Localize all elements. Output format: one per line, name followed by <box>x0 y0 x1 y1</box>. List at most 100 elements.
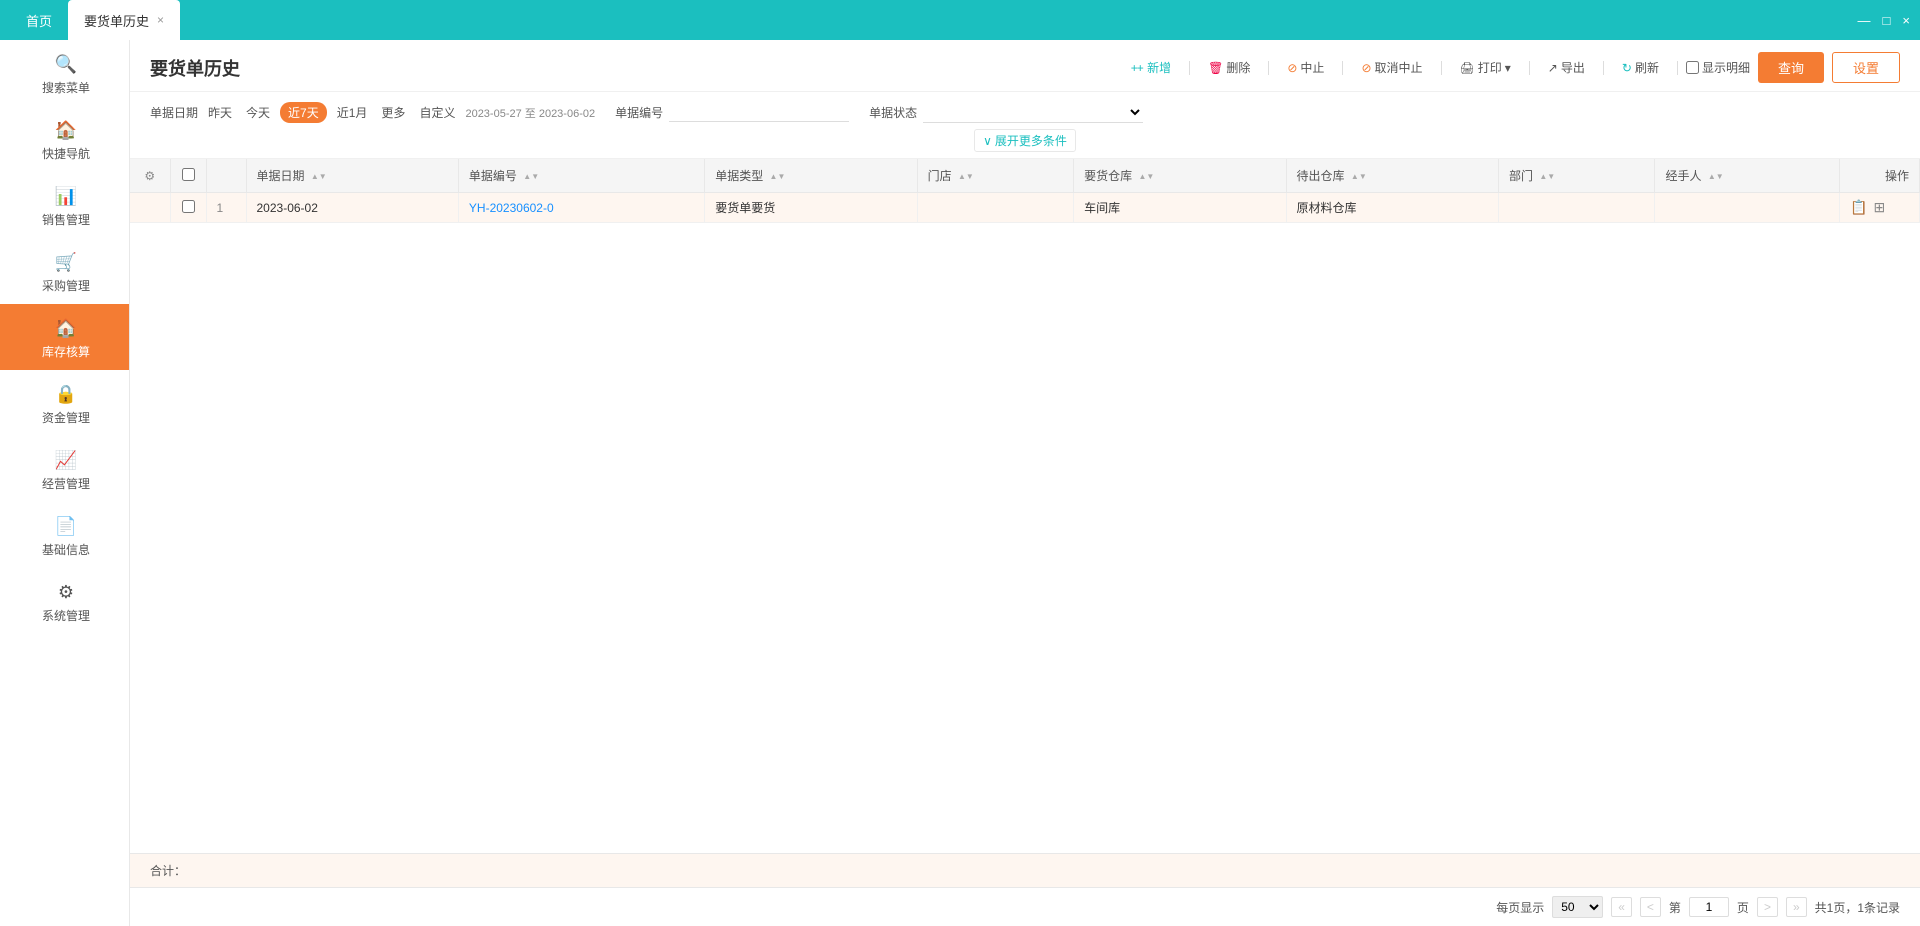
sidebar-item-operations[interactable]: 📈 经营管理 <box>0 436 129 502</box>
show-detail-label: 显示明细 <box>1702 59 1750 76</box>
sidebar-item-finance[interactable]: 🔒 资金管理 <box>0 370 129 436</box>
page-prefix-label: 第 <box>1669 899 1681 916</box>
order-type-col-header: 单据类型 ▲▼ <box>705 159 917 193</box>
sidebar-item-purchase[interactable]: 🛒 采购管理 <box>0 238 129 304</box>
row-order-type: 要货单要货 <box>705 193 917 223</box>
sidebar-item-label: 库存核算 <box>42 343 90 360</box>
window-controls: — □ × <box>1858 13 1910 28</box>
main-layout: 🔍 搜索菜单 🏠 快捷导航 📊 销售管理 🛒 采购管理 🏠 库存核算 🔒 资金管… <box>0 40 1920 926</box>
date-options: 昨天 今天 近7天 近1月 更多 自定义 <box>204 102 459 123</box>
next-page-button[interactable]: > <box>1757 897 1778 917</box>
edit-action-icon[interactable]: ⊞ <box>1873 199 1885 216</box>
handler-sort-icon[interactable]: ▲▼ <box>1708 172 1724 181</box>
purchase-icon: 🛒 <box>55 252 77 273</box>
print-icon: 🖨 <box>1460 61 1475 75</box>
summary-label: 合计： <box>150 864 186 878</box>
show-detail-toggle[interactable]: 显示明细 <box>1686 59 1750 76</box>
page-size-select[interactable]: 10 20 50 100 <box>1552 896 1603 918</box>
status-select[interactable] <box>923 102 1143 123</box>
new-button[interactable]: + + 新增 <box>1121 55 1181 80</box>
filter-bar: 单据日期 昨天 今天 近7天 近1月 更多 自定义 2023-05-27 至 2… <box>130 92 1920 159</box>
date-btn-1month[interactable]: 近1月 <box>333 103 372 122</box>
row-store <box>917 193 1074 223</box>
date-btn-7days[interactable]: 近7天 <box>280 102 327 123</box>
header-actions: + + 新增 🗑 删除 ⊘ 中止 ⊘ 取消中止 <box>1121 52 1900 83</box>
sales-icon: 📊 <box>55 186 77 207</box>
sidebar-item-label: 采购管理 <box>42 277 90 294</box>
ordertype-sort-icon[interactable]: ▲▼ <box>770 172 786 181</box>
row-checkbox[interactable] <box>182 200 195 213</box>
reqwh-sort-icon[interactable]: ▲▼ <box>1138 172 1154 181</box>
page-suffix-label: 页 <box>1737 899 1749 916</box>
tab-order-history-label: 要货单历史 <box>84 11 149 30</box>
settings-col-header[interactable]: ⚙ <box>130 159 170 193</box>
order-no-col-header: 单据编号 ▲▼ <box>458 159 704 193</box>
actions-col-header: 操作 <box>1840 159 1920 193</box>
store-sort-icon[interactable]: ▲▼ <box>958 172 974 181</box>
print-button[interactable]: 🖨 打印 ▾ <box>1450 55 1521 80</box>
order-no-input[interactable] <box>669 103 849 122</box>
refresh-button[interactable]: ↻ 刷新 <box>1612 55 1669 80</box>
date-btn-today[interactable]: 今天 <box>242 103 274 122</box>
settings-button[interactable]: 设置 <box>1832 52 1900 83</box>
print-label: 打印 <box>1478 59 1502 76</box>
last-page-button[interactable]: » <box>1786 897 1807 917</box>
table-header-row: ⚙ 单据日期 ▲▼ 单据编号 ▲▼ <box>130 159 1920 193</box>
sidebar-item-label: 快捷导航 <box>42 145 90 162</box>
close-icon[interactable]: × <box>157 13 164 27</box>
cancel-stop-icon: ⊘ <box>1361 61 1371 75</box>
maximize-button[interactable]: □ <box>1883 13 1891 28</box>
page-header: 要货单历史 + + 新增 🗑 删除 ⊘ 中止 ⊘ <box>130 40 1920 92</box>
pagination: 每页显示 10 20 50 100 « < 第 页 > » 共1页，1条记录 <box>130 887 1920 926</box>
new-label: + 新增 <box>1137 59 1171 76</box>
table-row: 1 2023-06-02 YH-20230602-0 要货单要货 车间库 原材料… <box>130 193 1920 223</box>
view-action-icon[interactable]: 📋 <box>1850 199 1867 216</box>
sidebar-item-label: 经营管理 <box>42 475 90 492</box>
first-page-button[interactable]: « <box>1611 897 1632 917</box>
tab-home[interactable]: 首页 <box>10 0 68 40</box>
sidebar-item-quick-nav[interactable]: 🏠 快捷导航 <box>0 106 129 172</box>
date-range: 2023-05-27 至 2023-06-02 <box>465 105 595 121</box>
show-detail-checkbox[interactable] <box>1686 61 1699 74</box>
select-all-checkbox[interactable] <box>182 168 195 181</box>
query-button[interactable]: 查询 <box>1758 52 1824 83</box>
order-no-link[interactable]: YH-20230602-0 <box>469 201 554 215</box>
sidebar-item-inventory[interactable]: 🏠 库存核算 <box>0 304 129 370</box>
order-no-filter: 单据编号 <box>615 103 849 122</box>
table-container: ⚙ 单据日期 ▲▼ 单据编号 ▲▼ <box>130 159 1920 853</box>
stop-button[interactable]: ⊘ 中止 <box>1277 55 1334 80</box>
sidebar-item-label: 系统管理 <box>42 607 90 624</box>
stop-label: 中止 <box>1300 59 1324 76</box>
date-btn-custom[interactable]: 自定义 <box>415 103 459 122</box>
sidebar-item-sys[interactable]: ⚙ 系统管理 <box>0 568 129 634</box>
cancel-stop-label: 取消中止 <box>1375 59 1423 76</box>
top-bar: 首页 要货单历史 × — □ × <box>0 0 1920 40</box>
dept-sort-icon[interactable]: ▲▼ <box>1539 172 1555 181</box>
divider <box>1268 61 1269 75</box>
tab-order-history[interactable]: 要货单历史 × <box>68 0 180 40</box>
sidebar-item-search-menu[interactable]: 🔍 搜索菜单 <box>0 40 129 106</box>
current-page-input[interactable] <box>1689 897 1729 917</box>
prev-page-button[interactable]: < <box>1640 897 1661 917</box>
date-sort-icon[interactable]: ▲▼ <box>311 172 327 181</box>
content-area: 要货单历史 + + 新增 🗑 删除 ⊘ 中止 ⊘ <box>130 40 1920 926</box>
settings-icon: ⚙ <box>58 582 74 603</box>
pendwh-sort-icon[interactable]: ▲▼ <box>1351 172 1367 181</box>
minimize-button[interactable]: — <box>1858 13 1871 28</box>
expand-label: 展开更多条件 <box>995 132 1067 149</box>
expand-filter-button[interactable]: ∨ 展开更多条件 <box>974 129 1076 152</box>
page-size-label: 每页显示 <box>1496 899 1544 916</box>
sidebar-item-sales[interactable]: 📊 销售管理 <box>0 172 129 238</box>
date-btn-yesterday[interactable]: 昨天 <box>204 103 236 122</box>
cancel-stop-button[interactable]: ⊘ 取消中止 <box>1351 55 1432 80</box>
row-settings-icon[interactable] <box>130 193 170 223</box>
close-button[interactable]: × <box>1902 13 1910 28</box>
export-button[interactable]: ↗ 导出 <box>1538 55 1595 80</box>
delete-button[interactable]: 🗑 删除 <box>1198 55 1260 80</box>
date-btn-more[interactable]: 更多 <box>377 103 409 122</box>
orderno-sort-icon[interactable]: ▲▼ <box>523 172 539 181</box>
expand-arrow-icon: ∨ <box>983 134 992 148</box>
filter-row: 单据日期 昨天 今天 近7天 近1月 更多 自定义 2023-05-27 至 2… <box>150 102 1900 123</box>
sidebar-item-base-info[interactable]: 📄 基础信息 <box>0 502 129 568</box>
finance-icon: 🔒 <box>55 384 77 405</box>
